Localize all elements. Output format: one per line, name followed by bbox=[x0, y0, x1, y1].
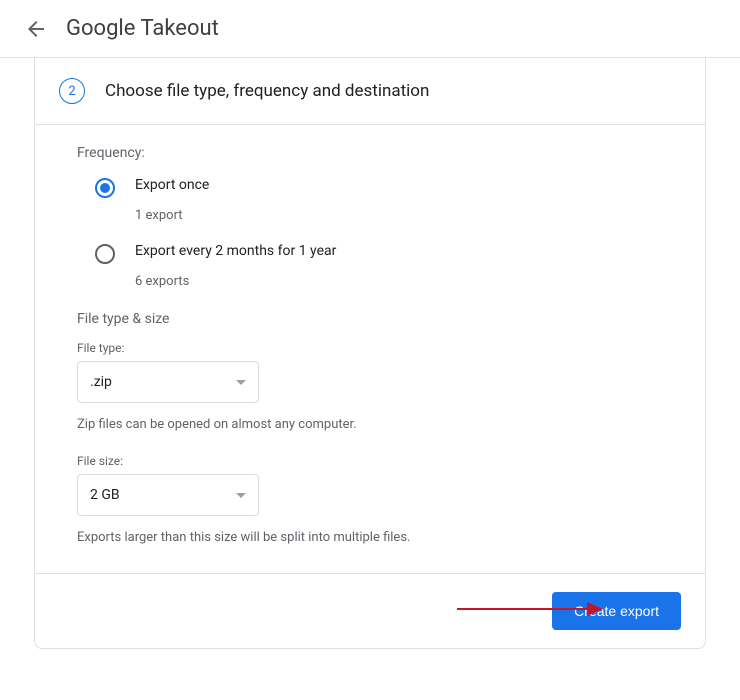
chevron-down-icon bbox=[236, 380, 246, 385]
radio-note: 6 exports bbox=[135, 274, 663, 289]
filesize-select[interactable]: 2 GB bbox=[77, 474, 259, 516]
radio-label: Export every 2 months for 1 year bbox=[135, 243, 336, 259]
filetype-value: .zip bbox=[90, 374, 112, 390]
top-bar: Google Takeout bbox=[0, 0, 740, 58]
radio-export-once[interactable]: Export once bbox=[77, 177, 663, 198]
export-card: 2 Choose file type, frequency and destin… bbox=[34, 58, 706, 649]
chevron-down-icon bbox=[236, 493, 246, 498]
card-footer: Create export bbox=[35, 573, 705, 648]
step-title: Choose file type, frequency and destinat… bbox=[105, 81, 429, 101]
filetype-size-title: File type & size bbox=[77, 311, 663, 327]
create-export-button[interactable]: Create export bbox=[552, 592, 681, 630]
filetype-label: File type: bbox=[77, 341, 663, 355]
back-arrow-icon[interactable] bbox=[24, 17, 48, 41]
filetype-select[interactable]: .zip bbox=[77, 361, 259, 403]
radio-icon bbox=[95, 244, 115, 264]
app-title: Google Takeout bbox=[66, 16, 219, 41]
step-header: 2 Choose file type, frequency and destin… bbox=[35, 58, 705, 125]
radio-icon bbox=[95, 178, 115, 198]
step-body: Frequency: Export once 1 export Export e… bbox=[35, 125, 705, 573]
filesize-value: 2 GB bbox=[90, 487, 120, 503]
radio-export-bimonthly[interactable]: Export every 2 months for 1 year bbox=[77, 243, 663, 264]
radio-label: Export once bbox=[135, 177, 209, 193]
filesize-hint: Exports larger than this size will be sp… bbox=[77, 530, 663, 545]
filesize-label: File size: bbox=[77, 454, 663, 468]
step-number-badge: 2 bbox=[59, 78, 85, 104]
frequency-label: Frequency: bbox=[77, 145, 663, 161]
filetype-hint: Zip files can be opened on almost any co… bbox=[77, 417, 663, 432]
radio-note: 1 export bbox=[135, 208, 663, 223]
